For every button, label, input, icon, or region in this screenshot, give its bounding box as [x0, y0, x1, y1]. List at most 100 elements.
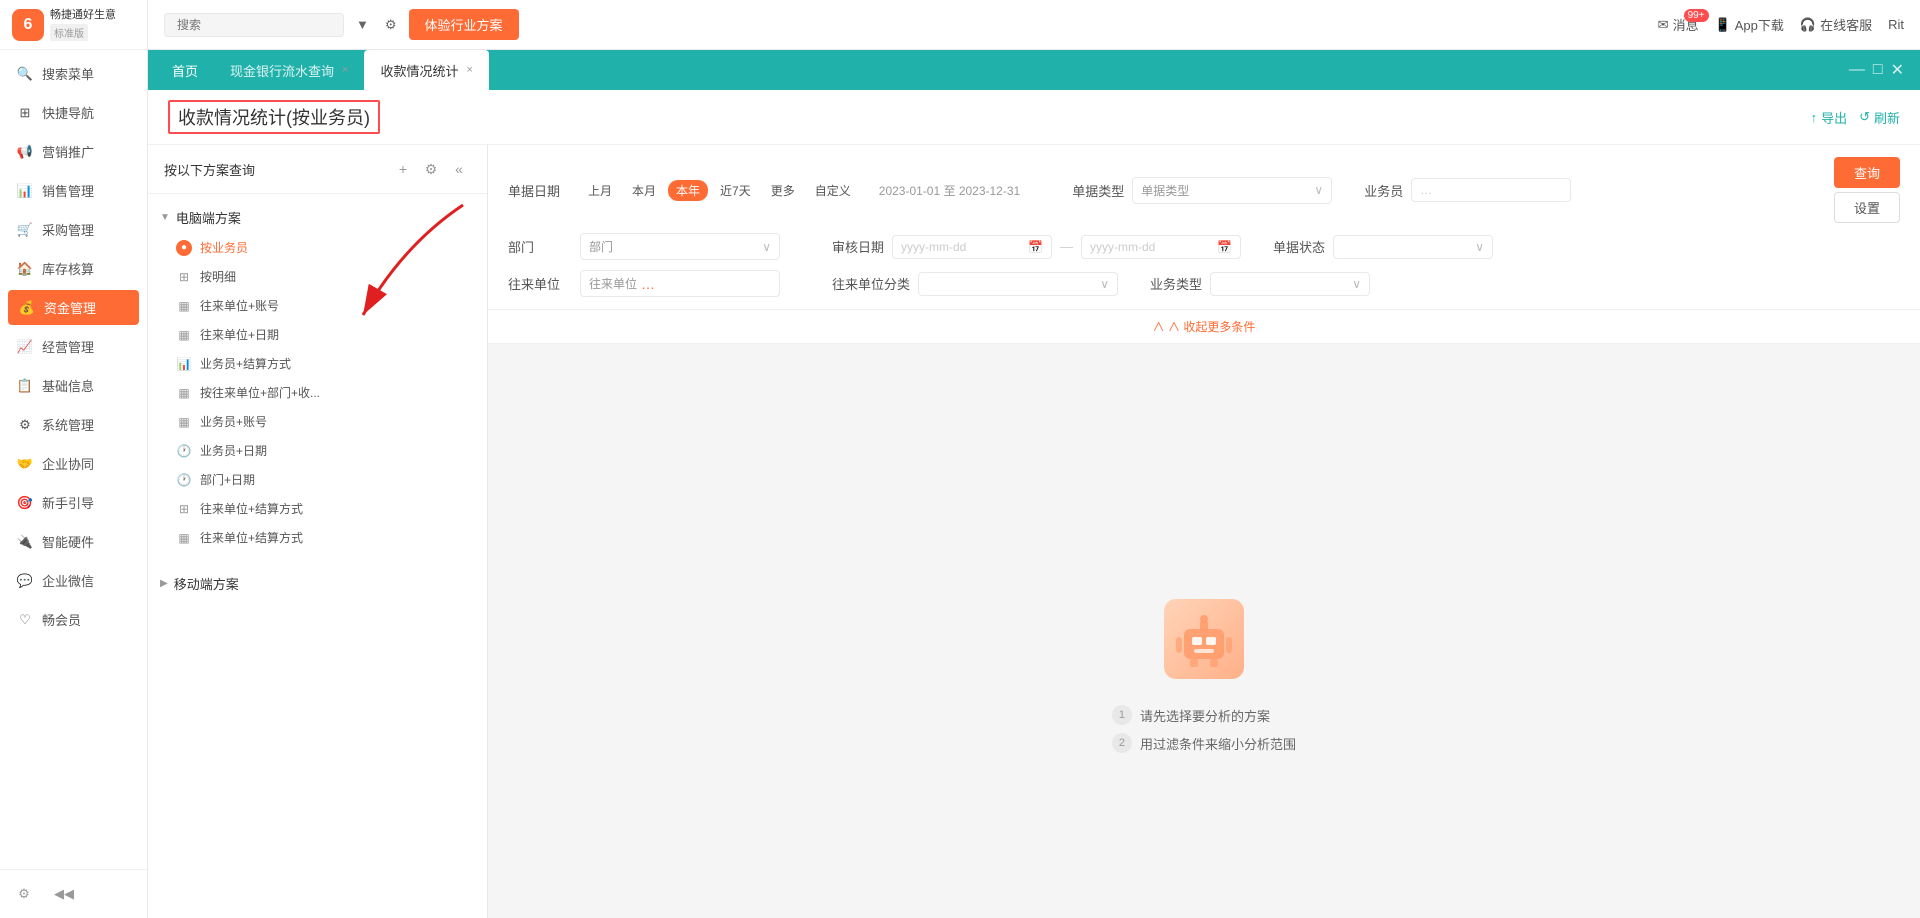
operation-nav-icon: 📈 — [16, 339, 34, 355]
scheme-item-unit-dept[interactable]: ▦ 按往来单位+部门+收... — [148, 378, 487, 407]
date-tab-last-month[interactable]: 上月 — [580, 180, 620, 201]
minimize-btn[interactable]: — — [1849, 61, 1865, 79]
review-date-start[interactable]: yyyy-mm-dd 📅 — [892, 235, 1052, 259]
scheme-item-salesman[interactable]: ● 按业务员 — [148, 233, 487, 262]
query-btn[interactable]: 查询 — [1834, 157, 1900, 188]
scheme-grid-icon: ⊞ — [176, 269, 192, 285]
collapse-sidebar-btn[interactable]: ◀◀ — [48, 878, 80, 910]
scheme-item-unit-account[interactable]: ▦ 往来单位+账号 — [148, 291, 487, 320]
dept-label: 部门 — [508, 237, 568, 256]
collapse-filter-btn[interactable]: ∧ ∧ 收起更多条件 — [488, 310, 1920, 344]
scheme-item-salesman-account[interactable]: ▦ 业务员+账号 — [148, 407, 487, 436]
desktop-expand-icon: ▼ — [160, 212, 170, 223]
user-name[interactable]: Rit — [1888, 17, 1904, 32]
sidebar-item-search[interactable]: 🔍 搜索菜单 — [0, 54, 147, 93]
partner-select[interactable]: 往来单位 … — [580, 270, 780, 297]
sidebar-item-marketing[interactable]: 📢 营销推广 — [0, 132, 147, 171]
scheme-item-label: 业务员+日期 — [200, 442, 267, 459]
sidebar-item-quick[interactable]: ⊞ 快捷导航 — [0, 93, 147, 132]
settings-bottom-btn[interactable]: ⚙ — [8, 878, 40, 910]
sidebar-item-finance[interactable]: 💰 资金管理 — [8, 290, 139, 325]
sidebar-item-purchase[interactable]: 🛒 采购管理 — [0, 210, 147, 249]
tab-home[interactable]: 首页 — [156, 50, 214, 90]
tab-collect-stats[interactable]: 收款情况统计 × — [364, 50, 488, 90]
topbar-dropdown-icon[interactable]: ▼ — [356, 17, 369, 32]
scheme-item-detail[interactable]: ⊞ 按明细 — [148, 262, 487, 291]
app-download-btn[interactable]: 📱 App下载 — [1715, 15, 1784, 34]
salesman-select[interactable]: … — [1411, 178, 1571, 202]
desktop-section: ▼ 电脑端方案 ● 按业务员 ⊞ 按明细 ▦ — [148, 194, 487, 560]
topbar-gear-icon[interactable]: ⚙ — [385, 17, 397, 33]
topbar-search-input[interactable] — [164, 13, 344, 37]
tab-bank-flow[interactable]: 现金银行流水查询 × — [214, 50, 364, 90]
scheme-item-salesman-settle[interactable]: 📊 业务员+结算方式 — [148, 349, 487, 378]
tab-collect-close-icon[interactable]: × — [466, 64, 472, 76]
desktop-section-header[interactable]: ▼ 电脑端方案 — [148, 202, 487, 233]
date-label: 单据日期 — [508, 181, 568, 200]
export-btn[interactable]: ↑ 导出 — [1811, 108, 1848, 127]
sidebar-item-system[interactable]: ⚙ 系统管理 — [0, 405, 147, 444]
add-scheme-btn[interactable]: + — [391, 157, 415, 181]
sidebar-item-label: 销售管理 — [42, 181, 94, 200]
scheme-item-label: 往来单位+账号 — [200, 297, 279, 314]
dept-select[interactable]: 部门 ∨ — [580, 233, 780, 260]
settings-btn[interactable]: 设置 — [1834, 192, 1900, 223]
partner-placeholder: 往来单位 — [589, 275, 637, 292]
sidebar-item-label: 搜索菜单 — [42, 64, 94, 83]
mobile-section-header[interactable]: ▶ 移动端方案 — [148, 568, 487, 599]
collapse-panel-btn[interactable]: « — [447, 157, 471, 181]
sidebar-item-enterprise[interactable]: 🤝 企业协同 — [0, 444, 147, 483]
collapse-label: ∧ 收起更多条件 — [1168, 320, 1255, 334]
step1-text: 请先选择要分析的方案 — [1140, 706, 1270, 725]
filter-row-date: 单据日期 上月 本月 本年 近7天 更多 自定义 2023-01-01 至 20… — [508, 157, 1900, 223]
scheme-item-dept-date[interactable]: 🕐 部门+日期 — [148, 465, 487, 494]
sidebar-item-wechat[interactable]: 💬 企业微信 — [0, 561, 147, 600]
trial-btn[interactable]: 体验行业方案 — [409, 9, 519, 40]
voucher-type-placeholder: 单据类型 — [1141, 182, 1189, 199]
sidebar-item-guide[interactable]: 🎯 新手引导 — [0, 483, 147, 522]
mobile-expand-icon: ▶ — [160, 578, 168, 589]
business-type-select[interactable]: ∨ — [1210, 272, 1370, 296]
sidebar-item-sales[interactable]: 📊 销售管理 — [0, 171, 147, 210]
date-tab-7days[interactable]: 近7天 — [712, 180, 759, 201]
sidebar-item-label: 营销推广 — [42, 142, 94, 161]
close-window-btn[interactable]: ✕ — [1891, 60, 1904, 80]
dept-placeholder: 部门 — [589, 238, 613, 255]
message-btn[interactable]: ✉ 消息 99+ — [1658, 15, 1699, 34]
sidebar-item-member[interactable]: ♡ 畅会员 — [0, 600, 147, 639]
sidebar-item-hardware[interactable]: 🔌 智能硬件 — [0, 522, 147, 561]
message-badge: 99+ — [1684, 9, 1709, 22]
quick-nav-icon: ⊞ — [16, 105, 34, 121]
partner-category-select[interactable]: ∨ — [918, 272, 1118, 296]
sidebar-item-operation[interactable]: 📈 经营管理 — [0, 327, 147, 366]
tab-bank-flow-label: 现金银行流水查询 — [230, 61, 334, 80]
page-content: 收款情况统计(按业务员) ↑ 导出 ↺ 刷新 按以下方案查询 + — [148, 90, 1920, 918]
scheme-item-salesman-date[interactable]: 🕐 业务员+日期 — [148, 436, 487, 465]
partner-more-icon[interactable]: … — [641, 276, 655, 292]
scheme-item-unit-settle2[interactable]: ▦ 往来单位+结算方式 — [148, 523, 487, 552]
date-tab-this-month[interactable]: 本月 — [624, 180, 664, 201]
tabs-bar: 首页 现金银行流水查询 × 收款情况统计 × — □ ✕ — [148, 50, 1920, 90]
scheme-item-label: 业务员+结算方式 — [200, 355, 291, 372]
date-tab-this-year[interactable]: 本年 — [668, 180, 708, 201]
date-tab-more[interactable]: 更多 — [763, 180, 803, 201]
voucher-type-select[interactable]: 单据类型 ∨ — [1132, 177, 1332, 204]
voucher-status-select[interactable]: ∨ — [1333, 235, 1493, 259]
refresh-btn[interactable]: ↺ 刷新 — [1859, 108, 1900, 127]
date-dash: — — [1060, 239, 1073, 254]
scheme-settings-btn[interactable]: ⚙ — [419, 157, 443, 181]
sidebar-item-basic[interactable]: 📋 基础信息 — [0, 366, 147, 405]
review-start-placeholder: yyyy-mm-dd — [901, 240, 966, 254]
dept-chevron: ∨ — [762, 240, 771, 254]
review-date-end[interactable]: yyyy-mm-dd 📅 — [1081, 235, 1241, 259]
scheme-clock-icon2: 🕐 — [176, 472, 192, 488]
sidebar-item-label: 库存核算 — [42, 259, 94, 278]
date-tab-custom[interactable]: 自定义 — [807, 180, 859, 201]
scheme-item-unit-date[interactable]: ▦ 往来单位+日期 — [148, 320, 487, 349]
tab-bank-close-icon[interactable]: × — [342, 64, 348, 76]
scheme-item-unit-settle1[interactable]: ⊞ 往来单位+结算方式 — [148, 494, 487, 523]
left-panel: 按以下方案查询 + ⚙ « ▼ 电脑端方案 ● — [148, 145, 488, 918]
sidebar-item-inventory[interactable]: 🏠 库存核算 — [0, 249, 147, 288]
maximize-btn[interactable]: □ — [1873, 61, 1883, 79]
service-btn[interactable]: 🎧 在线客服 — [1800, 15, 1872, 34]
